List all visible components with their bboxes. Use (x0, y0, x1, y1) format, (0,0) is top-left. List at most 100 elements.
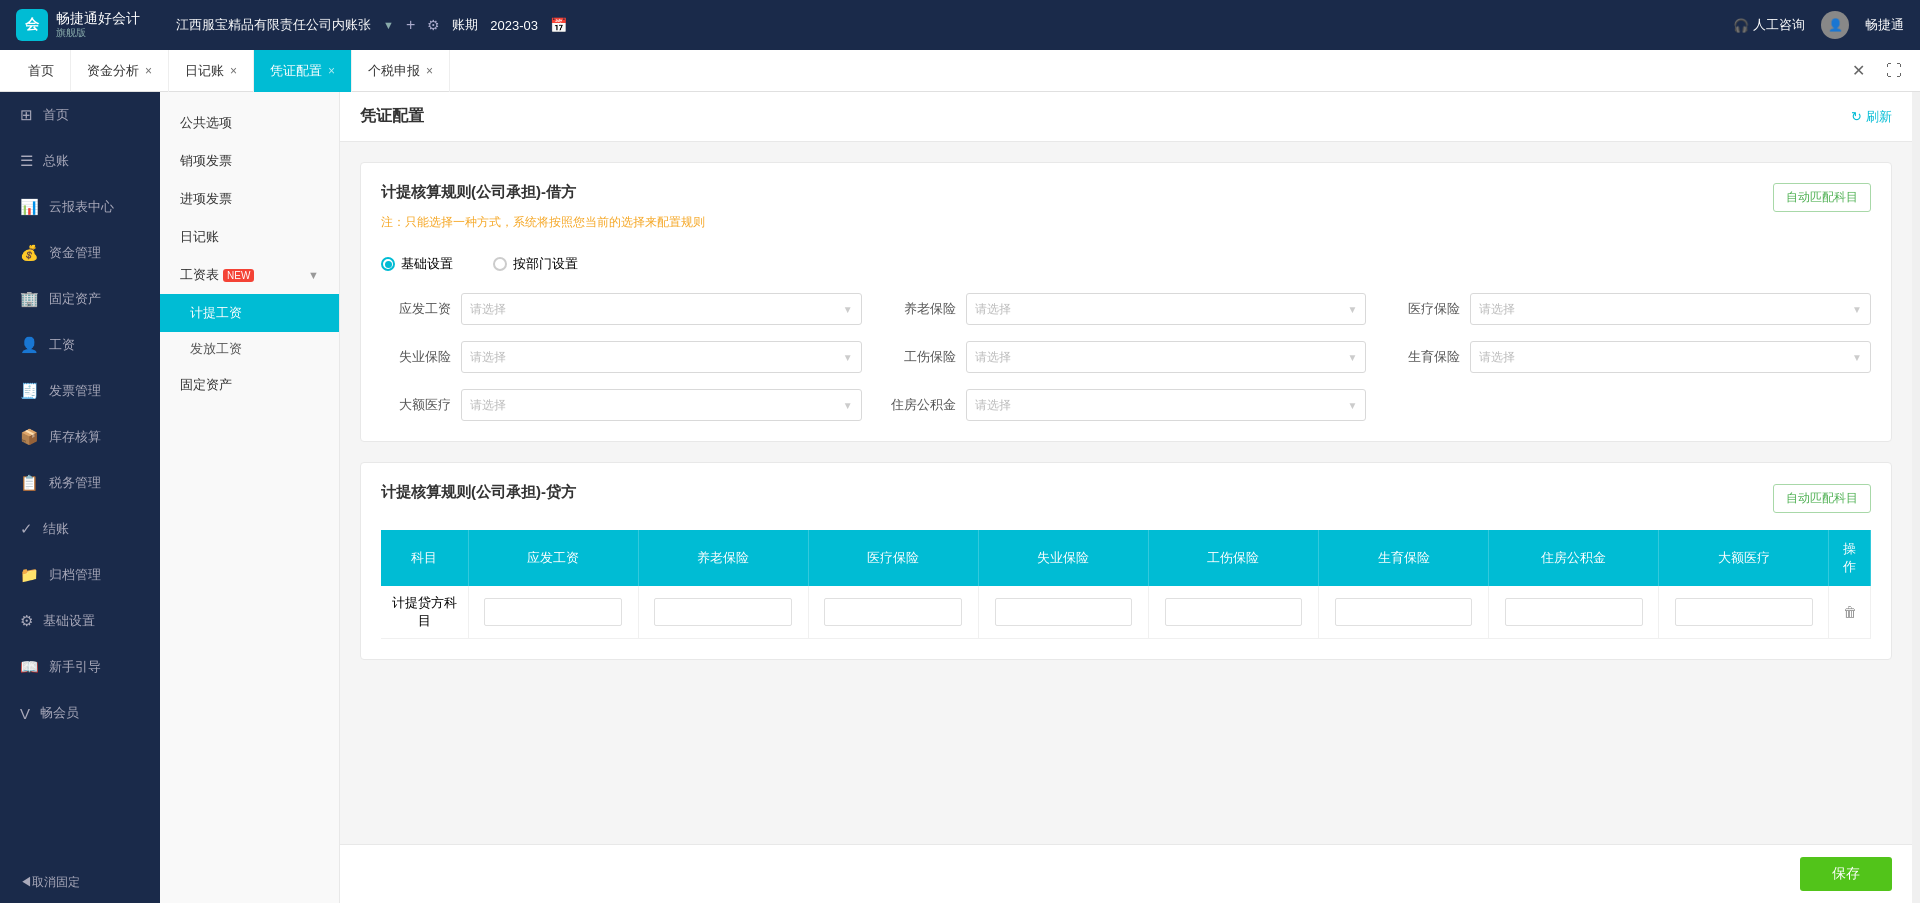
radio-dept[interactable]: 按部门设置 (493, 255, 578, 273)
input-injury[interactable] (1165, 598, 1303, 626)
tab-capital-analysis[interactable]: 资金分析 × (71, 50, 169, 92)
select-large-medical[interactable]: 请选择 ▼ (461, 389, 862, 421)
sidebar-item-ledger-label: 总账 (43, 152, 69, 170)
select-medical[interactable]: 请选择 ▼ (1470, 293, 1871, 325)
radio-basic[interactable]: 基础设置 (381, 255, 453, 273)
label-maternity: 生育保险 (1390, 348, 1460, 366)
header-company[interactable]: 江西服宝精品有限责任公司内账张 ▼ + ⚙ 账期 2023-03 📅 (176, 16, 1733, 34)
sidebar-item-capital-label: 资金管理 (49, 244, 101, 262)
nav-item-fixed-assets-nav[interactable]: 固定资产 (160, 366, 339, 404)
nav-item-sales-invoice[interactable]: 销项发票 (160, 142, 339, 180)
td-row-label: 计提贷方科目 (381, 586, 468, 639)
calendar-icon[interactable]: 📅 (550, 17, 567, 33)
refresh-button[interactable]: ↻ 刷新 (1851, 108, 1892, 126)
label-medical: 医疗保险 (1390, 300, 1460, 318)
user-name: 畅捷通 (1865, 16, 1904, 34)
sidebar-item-vip[interactable]: V 畅会员 (0, 690, 160, 736)
th-injury: 工伤保险 (1148, 530, 1318, 586)
sidebar-item-closing-label: 结账 (43, 520, 69, 538)
add-icon[interactable]: + (406, 16, 415, 34)
tab-journal-close[interactable]: × (230, 64, 237, 78)
tab-journal[interactable]: 日记账 × (169, 50, 254, 92)
debit-auto-match-btn[interactable]: 自动匹配科目 (1773, 183, 1871, 212)
td-housing-input[interactable] (1489, 586, 1659, 639)
select-salary[interactable]: 请选择 ▼ (461, 293, 862, 325)
td-unemployment-input[interactable] (978, 586, 1148, 639)
sidebar-item-invoice[interactable]: 🧾 发票管理 (0, 368, 160, 414)
tab-capital-analysis-label: 资金分析 (87, 62, 139, 80)
tab-bar: 首页 资金分析 × 日记账 × 凭证配置 × 个税申报 × ✕ ⛶ (0, 50, 1920, 92)
nav-item-journal[interactable]: 日记账 (160, 218, 339, 256)
input-salary[interactable] (484, 598, 622, 626)
td-injury-input[interactable] (1148, 586, 1318, 639)
radio-dept-label: 按部门设置 (513, 255, 578, 273)
nav-item-pay-salary[interactable]: 发放工资 (160, 332, 339, 366)
sidebar-item-archive[interactable]: 📁 归档管理 (0, 552, 160, 598)
sidebar-item-home[interactable]: ⊞ 首页 (0, 92, 160, 138)
td-large-medical-input[interactable] (1659, 586, 1829, 639)
nav-item-purchase-invoice[interactable]: 进项发票 (160, 180, 339, 218)
settings-icon[interactable]: ⚙ (427, 17, 440, 33)
credit-auto-match-btn[interactable]: 自动匹配科目 (1773, 484, 1871, 513)
sidebar-item-inventory[interactable]: 📦 库存核算 (0, 414, 160, 460)
td-maternity-input[interactable] (1319, 586, 1489, 639)
select-housing-fund[interactable]: 请选择 ▼ (966, 389, 1367, 421)
capital-icon: 💰 (20, 244, 39, 262)
label-unemployment: 失业保险 (381, 348, 451, 366)
expand-tab-btn[interactable]: ⛶ (1880, 57, 1908, 85)
tab-home[interactable]: 首页 (12, 50, 71, 92)
sidebar-item-salary[interactable]: 👤 工资 (0, 322, 160, 368)
archive-icon: 📁 (20, 566, 39, 584)
input-maternity[interactable] (1335, 598, 1473, 626)
label-salary: 应发工资 (381, 300, 451, 318)
right-scrollbar[interactable] (1912, 92, 1920, 903)
th-action: 操作 (1829, 530, 1871, 586)
input-pension[interactable] (654, 598, 792, 626)
tab-tax-filing-close[interactable]: × (426, 64, 433, 78)
sidebar-item-guide[interactable]: 📖 新手引导 (0, 644, 160, 690)
td-pension-input[interactable] (638, 586, 808, 639)
input-unemployment[interactable] (995, 598, 1133, 626)
dropdown-icon[interactable]: ▼ (383, 19, 394, 31)
table-row: 计提贷方科目 🗑 (381, 586, 1871, 639)
sidebar-item-tax[interactable]: 📋 税务管理 (0, 460, 160, 506)
input-medical[interactable] (824, 598, 962, 626)
headset-icon: 🎧 (1733, 18, 1749, 33)
top-header: 会 畅捷通好会计 旗舰版 江西服宝精品有限责任公司内账张 ▼ + ⚙ 账期 20… (0, 0, 1920, 50)
input-large-medical[interactable] (1675, 598, 1813, 626)
sidebar-item-settings[interactable]: ⚙ 基础设置 (0, 598, 160, 644)
close-tab-btn[interactable]: ✕ (1844, 57, 1872, 85)
tab-capital-analysis-close[interactable]: × (145, 64, 152, 78)
table-header-row: 科目 应发工资 养老保险 医疗保险 失业保险 工伤保险 生育保险 住房公积金 大… (381, 530, 1871, 586)
sidebar-item-closing[interactable]: ✓ 结账 (0, 506, 160, 552)
td-salary-input[interactable] (468, 586, 638, 639)
tab-tax-filing[interactable]: 个税申报 × (352, 50, 450, 92)
td-medical-input[interactable] (808, 586, 978, 639)
app-version: 旗舰版 (56, 26, 140, 40)
cancel-fixed-btn[interactable]: ◀取消固定 (0, 862, 160, 903)
nav-item-public[interactable]: 公共选项 (160, 104, 339, 142)
service-button[interactable]: 🎧 人工咨询 (1733, 16, 1805, 34)
select-pension[interactable]: 请选择 ▼ (966, 293, 1367, 325)
sidebar-item-capital[interactable]: 💰 资金管理 (0, 230, 160, 276)
credit-section-title: 计提核算规则(公司承担)-贷方 (381, 483, 576, 502)
select-maternity[interactable]: 请选择 ▼ (1470, 341, 1871, 373)
input-housing[interactable] (1505, 598, 1643, 626)
sidebar-item-reports[interactable]: 📊 云报表中心 (0, 184, 160, 230)
select-unemployment[interactable]: 请选择 ▼ (461, 341, 862, 373)
td-action[interactable]: 🗑 (1829, 586, 1871, 639)
save-button[interactable]: 保存 (1800, 857, 1892, 891)
nav-item-payroll-table[interactable]: 工资表NEW ▼ (160, 256, 339, 294)
th-medical: 医疗保险 (808, 530, 978, 586)
radio-group: 基础设置 按部门设置 (381, 255, 1871, 273)
nav-item-accrual-salary[interactable]: 计提工资 (160, 294, 339, 332)
tab-voucher-config-label: 凭证配置 (270, 62, 322, 80)
tab-voucher-config-close[interactable]: × (328, 64, 335, 78)
delete-row-icon[interactable]: 🗑 (1843, 604, 1857, 620)
sidebar-item-ledger[interactable]: ☰ 总账 (0, 138, 160, 184)
sidebar-item-fixed-assets[interactable]: 🏢 固定资产 (0, 276, 160, 322)
content-area: 公共选项 销项发票 进项发票 日记账 工资表NEW ▼ 计提工资 发放工资 (160, 92, 1920, 903)
page-body: 计提核算规则(公司承担)-借方 注：只能选择一种方式，系统将按照您当前的选择来配… (340, 142, 1912, 844)
tab-voucher-config[interactable]: 凭证配置 × (254, 50, 352, 92)
select-injury[interactable]: 请选择 ▼ (966, 341, 1367, 373)
